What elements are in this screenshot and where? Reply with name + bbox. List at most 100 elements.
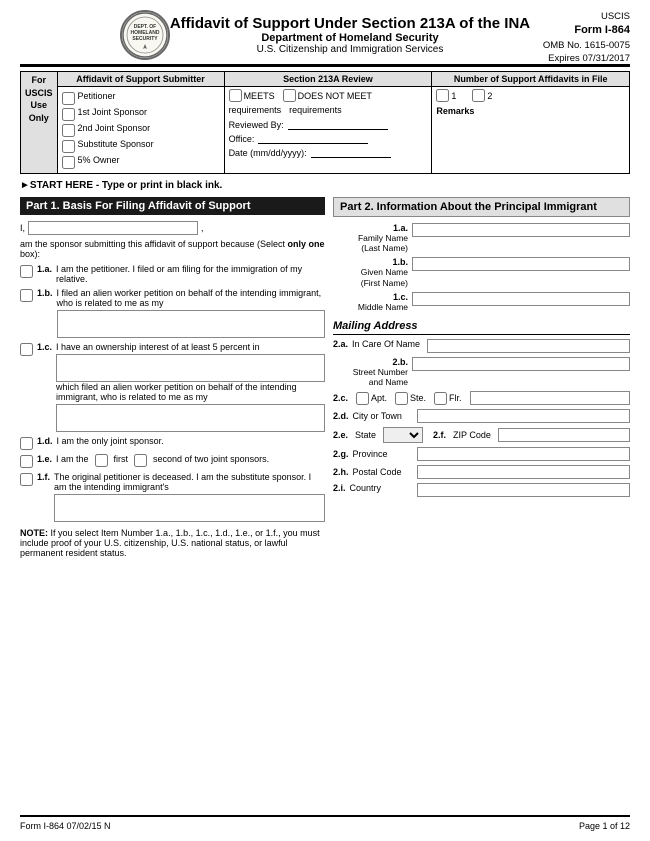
middle-name-input[interactable] <box>412 292 630 306</box>
item-1e-first: I am the <box>56 454 89 464</box>
office-input[interactable] <box>258 133 368 144</box>
part2-2e-num: 2.e. <box>333 430 348 440</box>
given-name-input[interactable] <box>412 257 630 271</box>
num-checkboxes: 1 2 Remarks <box>432 87 630 174</box>
intro-i: I, <box>20 223 25 233</box>
section-213a-header: Section 213A Review <box>224 72 432 87</box>
substitute-sponsor-checkbox[interactable] <box>62 140 75 153</box>
item-1e-first-label: first <box>114 454 129 464</box>
state-select[interactable] <box>383 427 423 443</box>
part2-2d-label: City or Town <box>353 411 402 421</box>
item-1c-checkbox[interactable] <box>20 343 33 356</box>
item-1c-company-input[interactable] <box>56 354 325 382</box>
care-of-name-input[interactable] <box>427 339 630 353</box>
uscis-label: USCIS <box>543 10 630 23</box>
street-input[interactable] <box>412 357 630 371</box>
page-title: Affidavit of Support Under Section 213A … <box>170 15 530 32</box>
part2-2b-row: 2.b. Street Numberand Name <box>333 357 630 387</box>
part2-section: Part 2. Information About the Principal … <box>333 197 630 558</box>
header-center: Affidavit of Support Under Section 213A … <box>170 15 530 55</box>
main-content: Part 1. Basis For Filing Affidavit of Su… <box>20 197 630 558</box>
sub-end: box): <box>20 249 40 259</box>
part2-1c-num: 1.c. <box>393 292 408 302</box>
part2-title: Part 2. Information About the Principal … <box>333 197 630 217</box>
item-1c-relation-input[interactable] <box>56 404 325 432</box>
owner-checkbox[interactable] <box>62 156 75 169</box>
remarks-label: Remarks <box>436 106 625 116</box>
part2-2i-row: 2.i. Country <box>333 483 630 497</box>
country-input[interactable] <box>417 483 630 497</box>
apt-number-input[interactable] <box>470 391 630 405</box>
num-1-checkbox[interactable] <box>436 89 449 102</box>
part2-2b-label: Street Numberand Name <box>353 367 408 387</box>
sponsor-name-input[interactable] <box>28 221 198 235</box>
item-1e-first-checkbox[interactable] <box>95 454 108 467</box>
apt-label: Apt. <box>371 393 387 403</box>
joint-sponsor-1-checkbox[interactable] <box>62 108 75 121</box>
footer-right: Page 1 of 12 <box>579 821 630 831</box>
part2-1c-label: Middle Name <box>358 302 408 312</box>
part2-1b-num: 1.b. <box>392 257 408 267</box>
does-not-meet-checkbox[interactable] <box>283 89 296 102</box>
part2-2h-num: 2.h. <box>333 467 349 477</box>
num-2-checkbox[interactable] <box>472 89 485 102</box>
part2-2f-num: 2.f. <box>433 430 446 440</box>
part2-2c-row: 2.c. Apt. Ste. Flr. <box>333 391 630 405</box>
item-1e-second-label: second of two joint sponsors. <box>153 454 269 464</box>
item-1c-text: I have an ownership interest of at least… <box>56 342 260 352</box>
note-text: If you select Item Number 1.a., 1.b., 1.… <box>20 528 320 558</box>
part2-2a-num: 2.a. <box>333 339 348 349</box>
item-1a-checkbox[interactable] <box>20 265 33 278</box>
item-1f-checkbox[interactable] <box>20 473 33 486</box>
item-1a-text: I am the petitioner. I filed or am filin… <box>56 264 325 284</box>
item-1c-text2: which filed an alien worker petition on … <box>56 382 297 402</box>
item-1f-input[interactable] <box>54 494 325 522</box>
item-1b-row: 1.b. I filed an alien worker petition on… <box>20 288 325 338</box>
mailing-address-title: Mailing Address <box>333 320 630 335</box>
date-input[interactable] <box>311 147 391 158</box>
footer-left: Form I-864 07/02/15 N <box>20 821 111 831</box>
part2-1c-row: 1.c. Middle Name <box>333 292 630 312</box>
submitter-options: Petitioner 1st Joint Sponsor 2nd Joint S… <box>57 87 224 174</box>
review-options: MEETS DOES NOT MEET requirements require… <box>224 87 432 174</box>
zip-input[interactable] <box>498 428 630 442</box>
item-1b-input[interactable] <box>57 310 325 338</box>
meets-checkbox[interactable] <box>229 89 242 102</box>
province-input[interactable] <box>417 447 630 461</box>
part2-2e-2f-row: 2.e. State 2.f. ZIP Code <box>333 427 630 443</box>
affidavit-header: Affidavit of Support Submitter <box>57 72 224 87</box>
ste-checkbox[interactable] <box>395 392 408 405</box>
family-name-input[interactable] <box>412 223 630 237</box>
sub-bold: only one <box>288 239 325 249</box>
part2-2i-num: 2.i. <box>333 483 346 493</box>
reviewed-by-input[interactable] <box>288 119 388 130</box>
part2-1b-label: Given Name(First Name) <box>361 267 408 287</box>
item-1d-checkbox[interactable] <box>20 437 33 450</box>
note-box: NOTE: If you select Item Number 1.a., 1.… <box>20 528 325 558</box>
flr-checkbox[interactable] <box>434 392 447 405</box>
joint-sponsor-2-checkbox[interactable] <box>62 124 75 137</box>
for-uscis-cell: ForUSCISUseOnly <box>21 72 58 174</box>
note-bold: NOTE: <box>20 528 48 538</box>
agency-logo: DEPT. OF HOMELAND SECURITY <box>120 10 170 60</box>
item-1d-text: I am the only joint sponsor. <box>57 436 164 446</box>
apt-checkbox[interactable] <box>356 392 369 405</box>
header-right: USCIS Form I-864 OMB No. 1615-0075 Expir… <box>543 10 630 65</box>
part2-1a-row: 1.a. Family Name(Last Name) <box>333 223 630 253</box>
item-1c-row: 1.c. I have an ownership interest of at … <box>20 342 325 432</box>
page-footer: Form I-864 07/02/15 N Page 1 of 12 <box>20 815 630 831</box>
city-input[interactable] <box>417 409 630 423</box>
part2-2f-label: ZIP Code <box>453 430 491 440</box>
item-1e-checkbox[interactable] <box>20 455 33 468</box>
item-1e-second-checkbox[interactable] <box>134 454 147 467</box>
part2-2i-label: Country <box>350 483 382 493</box>
item-1b-checkbox[interactable] <box>20 289 33 302</box>
postal-code-input[interactable] <box>417 465 630 479</box>
item-1e-row: 1.e. I am the first second of two joint … <box>20 454 325 468</box>
part2-1b-row: 1.b. Given Name(First Name) <box>333 257 630 287</box>
part2-2d-num: 2.d. <box>333 411 349 421</box>
petitioner-checkbox[interactable] <box>62 92 75 105</box>
omb-number: OMB No. 1615-0075 <box>543 39 630 52</box>
part2-2h-row: 2.h. Postal Code <box>333 465 630 479</box>
part2-2b-num: 2.b. <box>392 357 408 367</box>
